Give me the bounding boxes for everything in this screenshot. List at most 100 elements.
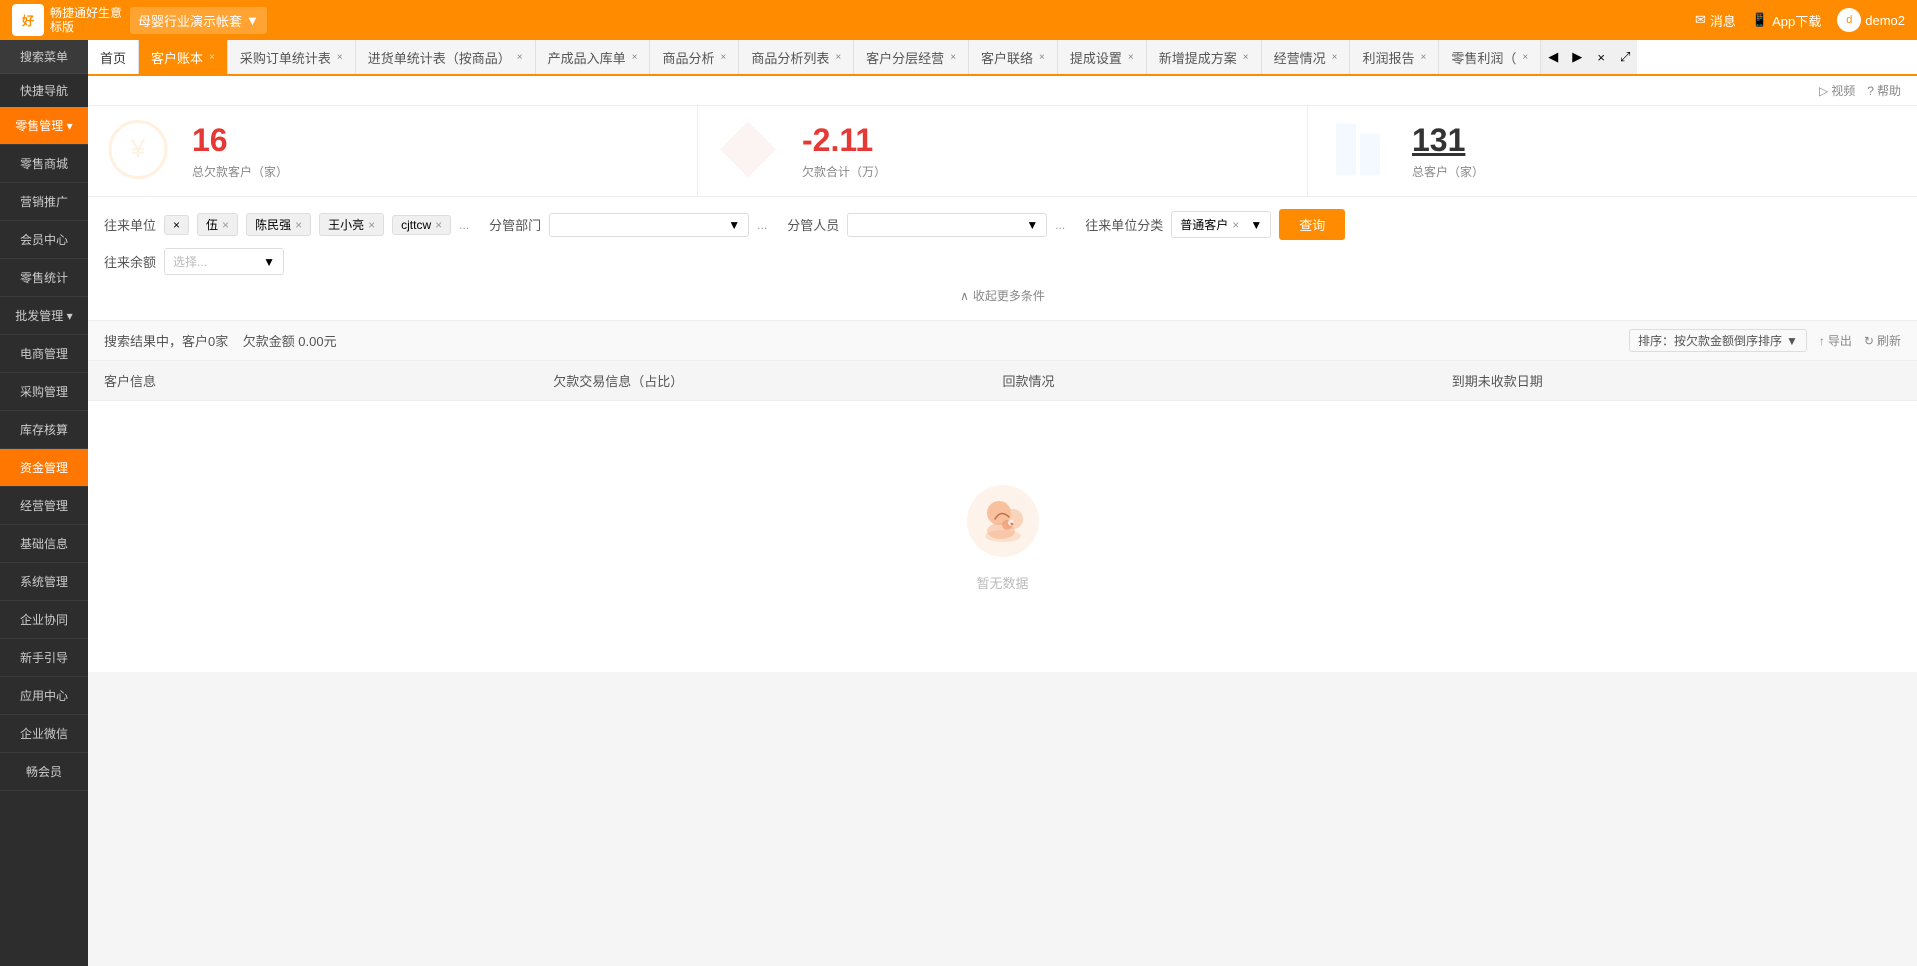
export-icon: ↑ [1819,334,1825,348]
close-icon-3[interactable]: × [517,52,523,63]
close-icon[interactable]: × [209,52,215,63]
store-selector[interactable]: 母婴行业演示帐套 ▼ [130,7,267,34]
top-bar-left: 好 畅捷通好生意 标版 母婴行业演示帐套 ▼ [12,4,267,36]
empty-state: 暂无数据 [88,401,1917,672]
message-btn[interactable]: ✉ 消息 [1695,11,1736,30]
tab-expand-btn[interactable]: ⤢ [1613,40,1637,75]
sidebar-item-corp-coop[interactable]: 企业协同 [0,601,88,639]
close-icon-9[interactable]: × [1128,52,1134,63]
tab-operations-status[interactable]: 经营情况 × [1262,40,1351,75]
close-icon-10[interactable]: × [1243,52,1249,63]
close-icon-11[interactable]: × [1332,52,1338,63]
collapse-icon: ∧ [960,289,969,303]
unit-class-selector[interactable]: 普通客户 × ▼ [1171,211,1271,238]
manager-selector[interactable]: ▼ [847,213,1047,237]
close-icon-7[interactable]: × [950,52,956,63]
sidebar-item-ecommerce[interactable]: 电商管理 [0,335,88,373]
results-bar: 搜索结果中，客户0家 欠款金额 0.00元 排序：按欠款金额倒序排序 ▼ ↑ 导… [88,321,1917,361]
export-btn[interactable]: ↑ 导出 [1819,332,1852,349]
tab-product-in[interactable]: 产成品入库单 × [536,40,651,75]
unit-class-tag-close[interactable]: × [1232,218,1239,232]
tab-product-analysis-list[interactable]: 商品分析列表 × [739,40,854,75]
tab-customer-segment[interactable]: 客户分层经营 × [854,40,969,75]
close-icon-6[interactable]: × [835,52,841,63]
unit-label: 往来单位 [104,215,156,234]
tab-prev-btn[interactable]: ◀ [1541,40,1565,75]
chevron-down-dept: ▼ [728,218,740,232]
sidebar-item-vip-member[interactable]: 畅会员 [0,753,88,791]
collapse-btn[interactable]: ∧ 收起更多条件 [104,283,1901,308]
sort-selector[interactable]: 排序：按欠款金额倒序排序 ▼ [1629,329,1807,352]
tab-retail-profit[interactable]: 零售利润（ × [1439,40,1541,75]
balance-selector[interactable]: 选择... ▼ [164,248,284,275]
tab-promotion-settings[interactable]: 提成设置 × [1058,40,1147,75]
video-link[interactable]: ▷ 视频 [1819,82,1855,99]
stat-debit-customers-label: 总欠款客户（家） [192,163,288,180]
tab-customer-contact[interactable]: 客户联络 × [969,40,1058,75]
sidebar-item-retail-mgmt[interactable]: 零售管理 ▾ [0,107,88,145]
sidebar-item-retail-mall[interactable]: 零售商城 [0,145,88,183]
sidebar-item-operations[interactable]: 经营管理 [0,487,88,525]
logo-icon: 好 [12,4,44,36]
tab-purchase-order-stats[interactable]: 采购订单统计表 × [228,40,356,75]
close-icon-12[interactable]: × [1420,52,1426,63]
sidebar-item-finance[interactable]: 资金管理 [0,449,88,487]
sidebar-item-inventory[interactable]: 库存核算 [0,411,88,449]
sidebar-nav-label: 快捷导航 [0,74,88,107]
sidebar-item-corp-wechat[interactable]: 企业微信 [0,715,88,753]
chevron-down-manager: ▼ [1026,218,1038,232]
close-icon-8[interactable]: × [1039,52,1045,63]
stats-row: ¥ 16 总欠款客户（家） -2.11 [88,106,1917,197]
data-table: 客户信息 欠款交易信息（占比） 回款情况 到期未收款日期 [88,361,1917,672]
dept-selector[interactable]: ▼ [549,213,749,237]
query-button[interactable]: 查询 [1279,209,1345,240]
sidebar-item-wholesale-mgmt[interactable]: 批发管理 ▾ [0,297,88,335]
app-download-btn[interactable]: 📱 App下载 [1752,11,1821,30]
tag-close-chen[interactable]: × [295,218,302,232]
sidebar-item-sys-mgmt[interactable]: 系统管理 [0,563,88,601]
tab-next-btn[interactable]: ▶ [1565,40,1589,75]
tab-home[interactable]: 首页 [88,40,139,75]
table-header: 客户信息 欠款交易信息（占比） 回款情况 到期未收款日期 [88,361,1917,401]
message-icon: ✉ [1695,12,1706,28]
sidebar-item-basic-info[interactable]: 基础信息 [0,525,88,563]
tag-close-cjttcw[interactable]: × [435,218,442,232]
close-icon-5[interactable]: × [720,52,726,63]
user-avatar[interactable]: d demo2 [1837,8,1905,32]
logo-text: 畅捷通好生意 标版 [50,6,122,35]
tab-stock-stats[interactable]: 进货单统计表（按商品） × [356,40,536,75]
close-icon-13[interactable]: × [1522,52,1528,63]
sidebar-item-purchase[interactable]: 采购管理 [0,373,88,411]
tab-customer-accounts[interactable]: 客户账本 × [139,40,228,75]
tab-product-analysis[interactable]: 商品分析 × [650,40,739,75]
more-tags-btn[interactable]: ... [459,218,469,232]
filter-row-2: 往来余额 选择... ▼ [104,248,1901,275]
sidebar-item-marketing[interactable]: 营销推广 [0,183,88,221]
tab-profit-report[interactable]: 利润报告 × [1350,40,1439,75]
manager-label: 分管人员 [787,215,839,234]
sidebar-item-retail-stats[interactable]: 零售统计 [0,259,88,297]
empty-illustration [963,481,1043,561]
tab-new-promotion[interactable]: 新增提成方案 × [1147,40,1262,75]
balance-label: 往来余额 [104,252,156,271]
results-bar-right: 排序：按欠款金额倒序排序 ▼ ↑ 导出 ↻ 刷新 [1629,329,1901,352]
results-summary: 搜索结果中，客户0家 欠款金额 0.00元 [104,331,337,350]
tag-close-wang[interactable]: × [368,218,375,232]
main-layout: 搜索菜单 快捷导航 零售管理 ▾ 零售商城 营销推广 会员中心 零售统计 批发管… [0,40,1917,966]
sidebar-search[interactable]: 搜索菜单 [0,40,88,74]
more-manager-btn[interactable]: ... [1055,218,1065,232]
sidebar-item-member-center[interactable]: 会员中心 [0,221,88,259]
unit-class-tag: 普通客户 × [1180,216,1239,233]
chevron-icon-2: ▾ [67,309,73,323]
close-icon-2[interactable]: × [337,52,343,63]
help-link[interactable]: ? 帮助 [1867,82,1901,99]
tag-close-wu[interactable]: × [222,218,229,232]
close-icon-4[interactable]: × [632,52,638,63]
sidebar-item-app-center[interactable]: 应用中心 [0,677,88,715]
tab-close-all-btn[interactable]: × [1589,40,1613,75]
more-dept-btn[interactable]: ... [757,218,767,232]
table-col-debit-info: 欠款交易信息（占比） [553,371,1002,390]
refresh-btn[interactable]: ↻ 刷新 [1864,332,1901,349]
sidebar-item-new-guide[interactable]: 新手引导 [0,639,88,677]
stat-total-customers-label: 总客户（家） [1412,163,1484,180]
